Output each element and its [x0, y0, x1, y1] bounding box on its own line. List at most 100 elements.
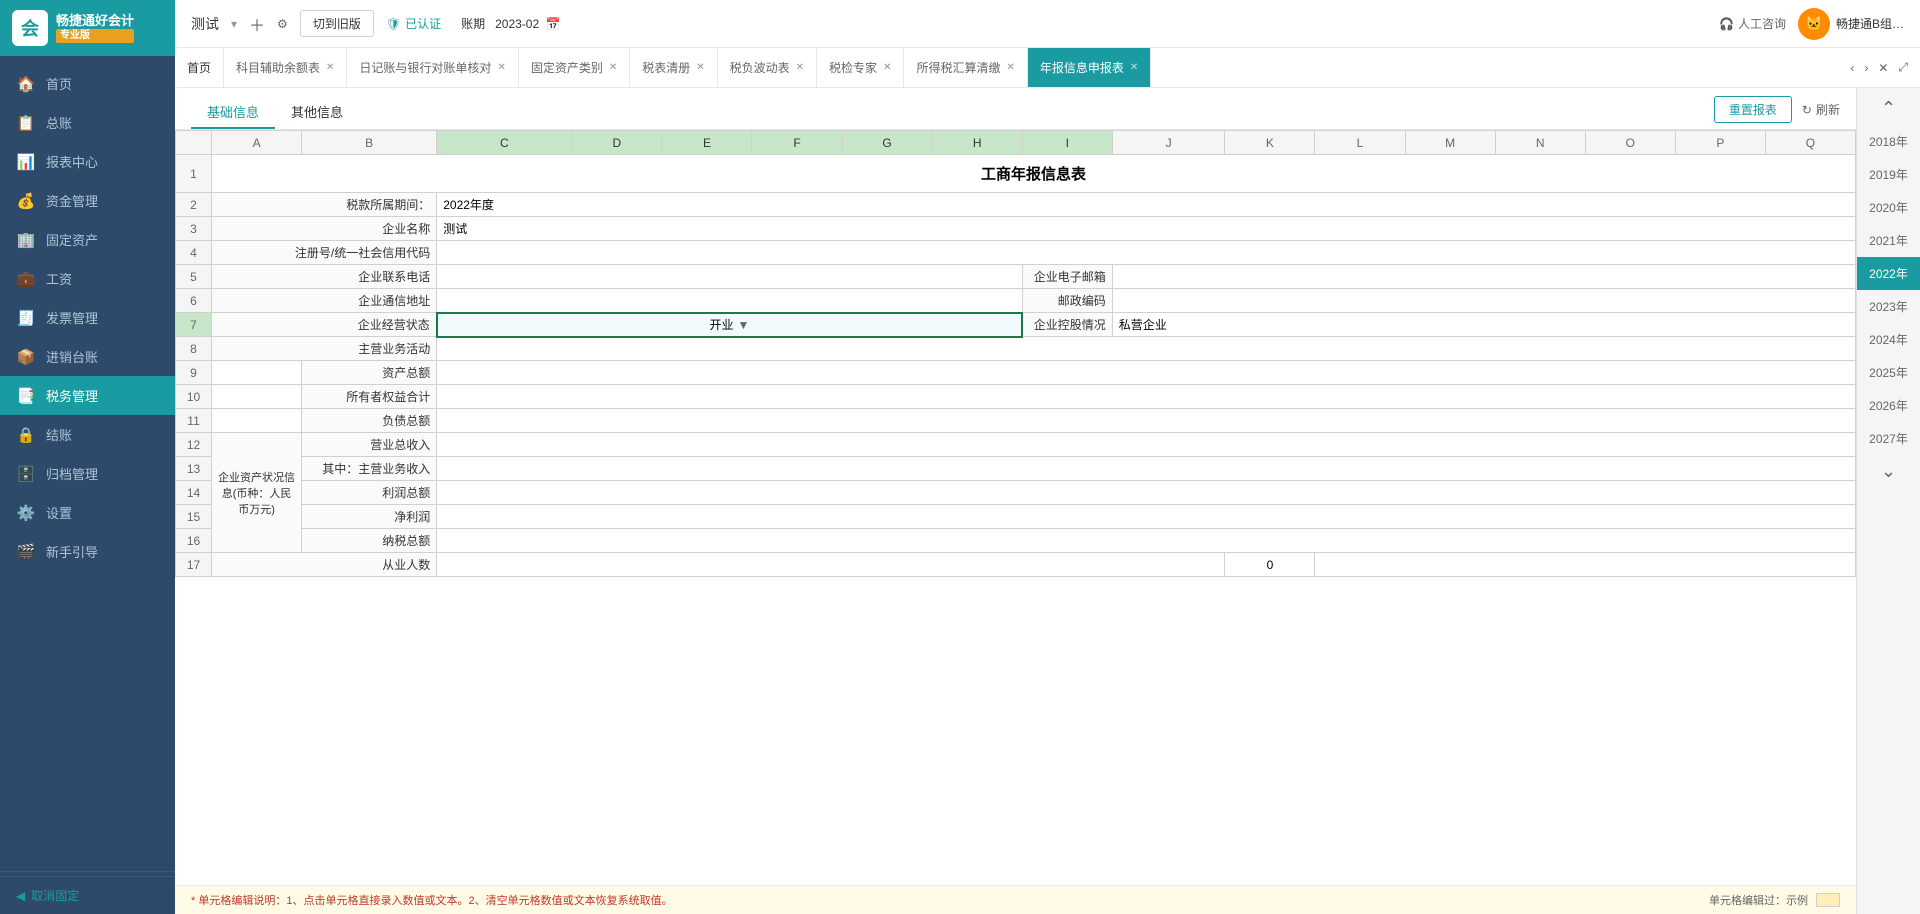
tab-expand-button[interactable]: ⤢ — [1894, 56, 1912, 79]
bottom-bar: * 单元格编辑说明：1、点击单元格直接录入数值或文本。2、清空单元格数值或文本恢… — [175, 885, 1856, 914]
row-15-sublabel: 净利润 — [302, 505, 437, 529]
row-5-extra-value[interactable] — [1112, 265, 1855, 289]
row-17-count[interactable]: 0 — [1225, 553, 1315, 577]
sidebar-item-tax[interactable]: 📑税务管理 — [0, 376, 175, 415]
row-13-value[interactable] — [437, 457, 1856, 481]
sidebar-item-ledger[interactable]: 📋总账 — [0, 103, 175, 142]
table-row: 13 其中：主营业务收入 — [176, 457, 1856, 481]
sidebar-item-label: 进销台账 — [46, 347, 98, 366]
tab-tax-calc[interactable]: 所得税汇算清缴✕ — [904, 48, 1027, 87]
table-row: 6 企业通信地址 邮政编码 — [176, 289, 1856, 313]
row-8-value[interactable] — [437, 337, 1856, 361]
subtab-other[interactable]: 其他信息 — [275, 96, 359, 129]
row-10-value[interactable] — [437, 385, 1856, 409]
row-11-value[interactable] — [437, 409, 1856, 433]
sidebar-item-archive[interactable]: 🗄️归档管理 — [0, 454, 175, 493]
reset-button[interactable]: 重置报表 — [1714, 96, 1792, 123]
row-12-value[interactable] — [437, 433, 1856, 457]
sidebar-item-report[interactable]: 📊报表中心 — [0, 142, 175, 181]
tab-close-icon[interactable]: ✕ — [796, 62, 804, 73]
row-6-extra-value[interactable] — [1112, 289, 1855, 313]
tab-close-icon[interactable]: ✕ — [609, 62, 617, 73]
row-15-header: 15 — [176, 505, 212, 529]
tab-tax-expert[interactable]: 税检专家✕ — [817, 48, 904, 87]
tabbar-arrows: ‹ › ✕ ⤢ — [1838, 48, 1920, 87]
tab-next-button[interactable]: › — [1860, 57, 1872, 79]
row-13-header: 13 — [176, 457, 212, 481]
user-menu[interactable]: 🐱 畅捷通B组… — [1798, 8, 1904, 40]
settings-icon[interactable]: ⚙ — [277, 17, 288, 31]
year-nav-up-button[interactable]: ⌃ — [1875, 92, 1902, 125]
row-17-value[interactable] — [437, 553, 1225, 577]
spreadsheet: A B C D E F G H I J K L M — [175, 130, 1856, 577]
sidebar-item-inventory[interactable]: 📦进销台账 — [0, 337, 175, 376]
tab-tax-wave[interactable]: 税负波动表✕ — [718, 48, 817, 87]
sidebar-item-assets[interactable]: 🏢固定资产 — [0, 220, 175, 259]
row-7-extra-value[interactable]: 私营企业 — [1112, 313, 1855, 337]
year-nav-item[interactable]: 2021年 — [1857, 224, 1920, 257]
certified-badge: 🛡 已认证 — [386, 15, 441, 32]
table-row: 4 注册号/统一社会信用代码 — [176, 241, 1856, 265]
year-nav-item[interactable]: 2022年 — [1857, 257, 1920, 290]
tab-close-icon[interactable]: ✕ — [883, 62, 891, 73]
tab-close-all-button[interactable]: ✕ — [1874, 57, 1892, 79]
dropdown-arrow-icon[interactable]: ▼ — [738, 318, 750, 332]
row-7-value[interactable]: 开业 ▼ — [437, 313, 1023, 337]
row-4-value[interactable] — [437, 241, 1856, 265]
tab-close-icon[interactable]: ✕ — [696, 62, 704, 73]
row-9-value[interactable] — [437, 361, 1856, 385]
year-nav-item[interactable]: 2024年 — [1857, 323, 1920, 356]
sidebar-item-close[interactable]: 🔒结账 — [0, 415, 175, 454]
refresh-button[interactable]: ↻ 刷新 — [1802, 101, 1840, 118]
service-button[interactable]: 🎧 人工咨询 — [1719, 15, 1786, 32]
row-16-value[interactable] — [437, 529, 1856, 553]
tab-aux-balance[interactable]: 科目辅助余额表✕ — [224, 48, 347, 87]
sidebar-unpin[interactable]: ◀ 取消固定 — [0, 876, 175, 914]
subtab-basic[interactable]: 基础信息 — [191, 96, 275, 129]
sidebar-item-label: 工资 — [46, 269, 72, 288]
tab-prev-button[interactable]: ‹ — [1846, 57, 1858, 79]
row-15-value[interactable] — [437, 505, 1856, 529]
table-row: 2 税款所属期间： 2022年度 — [176, 193, 1856, 217]
tab-close-icon[interactable]: ✕ — [1006, 62, 1014, 73]
sidebar-item-fund[interactable]: 💰资金管理 — [0, 181, 175, 220]
year-nav-item[interactable]: 2018年 — [1857, 125, 1920, 158]
table-row: 9 资产总额 — [176, 361, 1856, 385]
row-5-value[interactable] — [437, 265, 1023, 289]
year-nav-item[interactable]: 2025年 — [1857, 356, 1920, 389]
tab-tax-return[interactable]: 税表清册✕ — [630, 48, 717, 87]
col-O-header: O — [1585, 131, 1675, 155]
year-nav-item[interactable]: 2027年 — [1857, 422, 1920, 455]
year-nav-item[interactable]: 2020年 — [1857, 191, 1920, 224]
sidebar-divider — [0, 871, 175, 872]
tab-annual-report[interactable]: 年报信息申报表✕ — [1028, 48, 1151, 87]
year-nav-item[interactable]: 2023年 — [1857, 290, 1920, 323]
sidebar-item-home[interactable]: 🏠首页 — [0, 64, 175, 103]
tab-close-icon[interactable]: ✕ — [497, 62, 505, 73]
switch-version-button[interactable]: 切到旧版 — [300, 10, 374, 37]
row-17-rest[interactable] — [1315, 553, 1856, 577]
row-16-header: 16 — [176, 529, 212, 553]
row-2-value[interactable]: 2022年度 — [437, 193, 1856, 217]
dropdown-chevron-icon[interactable]: ▾ — [231, 17, 237, 31]
tab-close-icon[interactable]: ✕ — [1130, 62, 1138, 73]
sidebar-item-guide[interactable]: 🎬新手引导 — [0, 532, 175, 571]
sidebar-item-settings[interactable]: ⚙️设置 — [0, 493, 175, 532]
sidebar-item-salary[interactable]: 💼工资 — [0, 259, 175, 298]
tax-icon: 📑 — [16, 387, 36, 405]
tab-fixed-assets[interactable]: 固定资产类别✕ — [519, 48, 630, 87]
spreadsheet-container[interactable]: A B C D E F G H I J K L M — [175, 130, 1856, 885]
sidebar-item-invoice[interactable]: 🧾发票管理 — [0, 298, 175, 337]
row-14-value[interactable] — [437, 481, 1856, 505]
row-6-value[interactable] — [437, 289, 1023, 313]
row-3-value[interactable]: 测试 — [437, 217, 1856, 241]
row-10-header: 10 — [176, 385, 212, 409]
year-nav-item[interactable]: 2019年 — [1857, 158, 1920, 191]
tab-journal-bank[interactable]: 日记账与银行对账单核对✕ — [347, 48, 518, 87]
title-cell[interactable]: 工商年报信息表 — [212, 155, 1856, 193]
tab-close-icon[interactable]: ✕ — [326, 62, 334, 73]
year-nav-item[interactable]: 2026年 — [1857, 389, 1920, 422]
year-nav-down-button[interactable]: ⌄ — [1875, 455, 1902, 488]
tab-home[interactable]: 首页 — [175, 48, 224, 87]
add-tab-button[interactable]: ＋ — [249, 12, 265, 36]
